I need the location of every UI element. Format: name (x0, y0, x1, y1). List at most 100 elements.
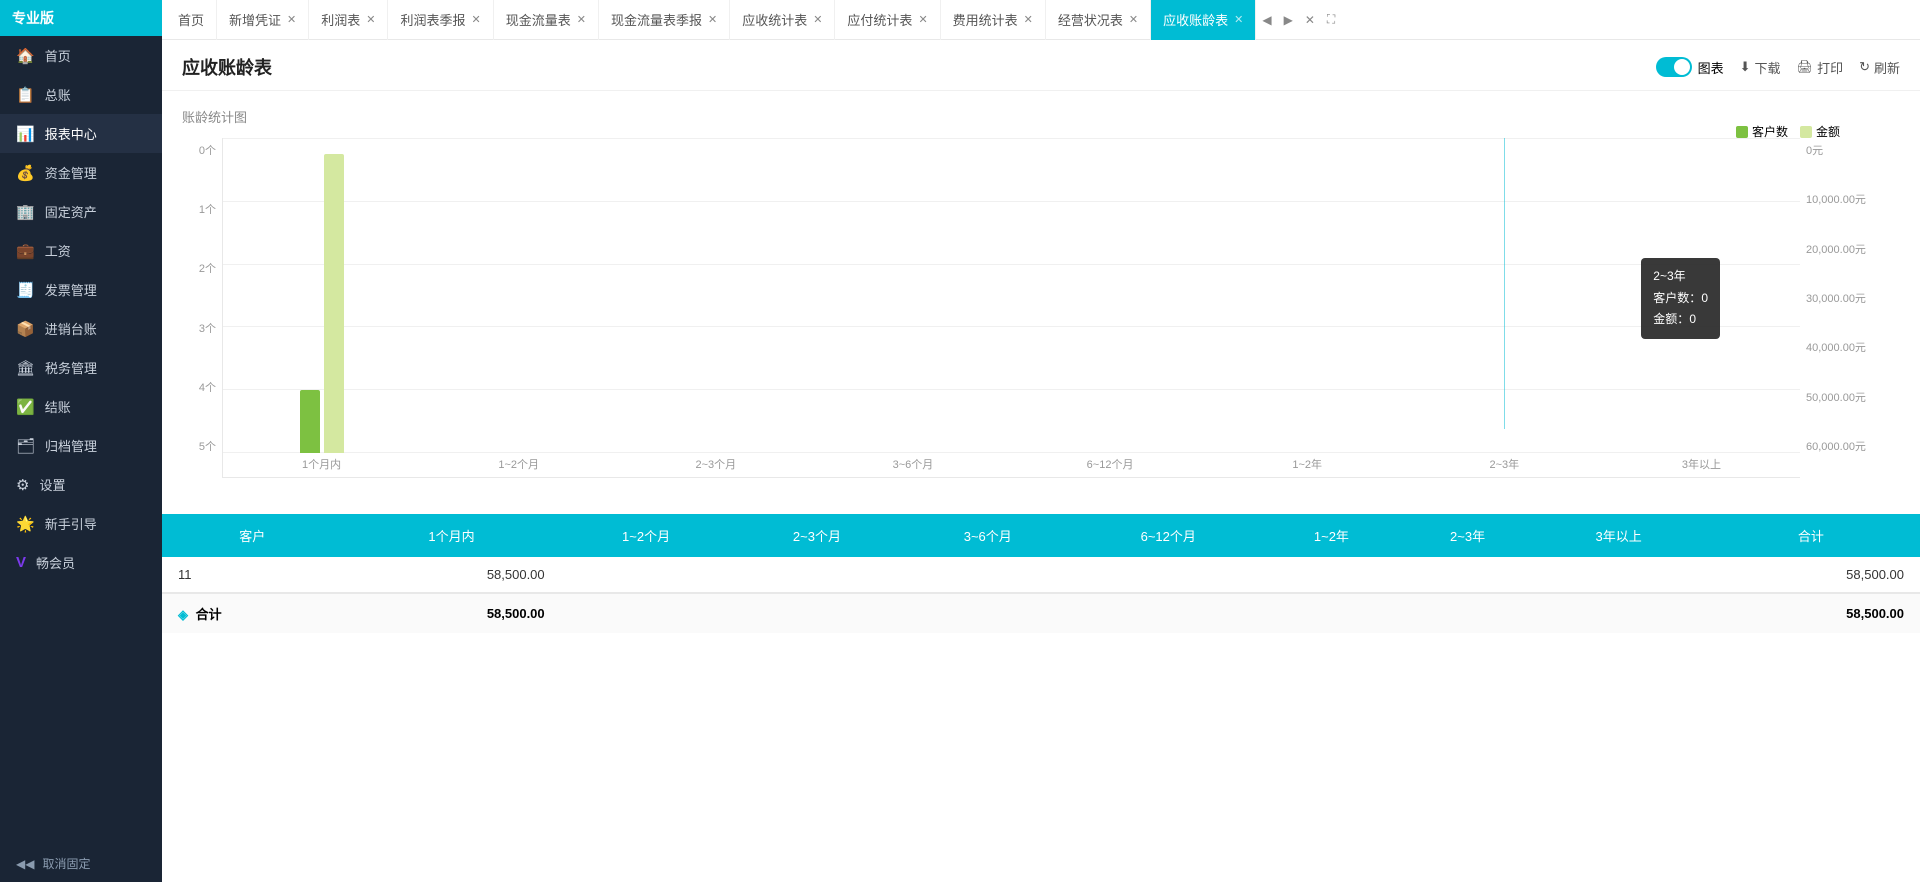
header-actions: 图表 ⬇ 下载 🖨 打印 ↻ 刷新 (1656, 57, 1900, 77)
ledger-icon: 📋 (16, 86, 35, 104)
toggle-label: 图表 (1698, 58, 1724, 77)
bars-container (223, 138, 1800, 453)
refresh-button[interactable]: ↻ 刷新 (1859, 58, 1900, 77)
tab-prev-button[interactable]: ◀ (1256, 0, 1277, 40)
tab-profit-quarter[interactable]: 利润表季报 ✕ (388, 0, 493, 40)
td-m1: 58,500.00 (342, 557, 560, 593)
tooltip-amount-row: 金额：0 (1653, 309, 1708, 331)
tab-profit[interactable]: 利润表 ✕ (309, 0, 388, 40)
tab-cashflow-close[interactable]: ✕ (577, 13, 586, 26)
th-m612: 6~12个月 (1073, 514, 1263, 557)
sidebar-item-funds[interactable]: 💰 资金管理 (0, 153, 162, 192)
print-button[interactable]: 🖨 打印 (1797, 58, 1844, 77)
sidebar: 专业版 🏠 首页 📋 总账 📊 报表中心 💰 资金管理 🏢 固定资产 💼 工资 … (0, 0, 162, 882)
sidebar-item-invoice[interactable]: 🧾 发票管理 (0, 270, 162, 309)
table-footer-row: ◈ 合计 58,500.00 58,500.00 (162, 593, 1920, 633)
tab-voucher-close[interactable]: ✕ (287, 13, 296, 26)
sidebar-item-salary[interactable]: 💼 工资 (0, 231, 162, 270)
tab-expand-button[interactable]: ⛶ (1321, 0, 1341, 40)
tab-ap-stat-label: 应付统计表 (847, 10, 912, 29)
chart-toggle[interactable]: 图表 (1656, 57, 1724, 77)
tfoot-label-text: 合计 (196, 607, 222, 622)
sidebar-item-inventory[interactable]: 📦 进销台账 (0, 309, 162, 348)
tab-close-all-button[interactable]: ✕ (1299, 0, 1321, 40)
settlement-icon: ✅ (16, 398, 35, 416)
y-left-5: 5个 (182, 438, 216, 454)
tab-home-label: 首页 (178, 10, 204, 29)
sidebar-item-home-label: 首页 (45, 46, 71, 65)
sidebar-item-tax[interactable]: 🏛 税务管理 (0, 348, 162, 387)
tab-home[interactable]: 首页 (166, 0, 217, 40)
sidebar-item-member[interactable]: V 畅会员 (0, 543, 162, 582)
sidebar-item-settings-label: 设置 (39, 475, 65, 494)
sidebar-item-home[interactable]: 🏠 首页 (0, 36, 162, 75)
td-customer: 11 (162, 557, 342, 593)
sidebar-item-reports[interactable]: 📊 报表中心 (0, 114, 162, 153)
sidebar-item-assets-label: 固定资产 (45, 202, 97, 221)
refresh-icon: ↻ (1859, 59, 1870, 75)
archive-icon: 🗂 (16, 437, 35, 455)
tab-ap-stat[interactable]: 应付统计表 ✕ (835, 0, 940, 40)
tfoot-m612 (1073, 593, 1263, 633)
download-button[interactable]: ⬇ 下载 (1740, 58, 1781, 77)
chart-tooltip: 2~3年 客户数：0 金额：0 (1641, 258, 1720, 339)
tab-business[interactable]: 经营状况表 ✕ (1046, 0, 1151, 40)
sidebar-collapse-button[interactable]: ◀◀ 取消固定 (0, 845, 162, 882)
tab-ar-aging[interactable]: 应收账龄表 ✕ (1151, 0, 1256, 40)
tab-expense-close[interactable]: ✕ (1024, 13, 1033, 26)
x-label-5: 1~2年 (1209, 453, 1406, 477)
td-y3plus (1536, 557, 1702, 593)
y-right-1: 50,000.00元 (1806, 389, 1900, 405)
tab-cashflow[interactable]: 现金流量表 ✕ (494, 0, 599, 40)
y-left-4: 4个 (182, 379, 216, 395)
sidebar-item-settlement[interactable]: ✅ 结账 (0, 387, 162, 426)
tab-ar-aging-close[interactable]: ✕ (1234, 13, 1243, 26)
tab-bar: 首页 新增凭证 ✕ 利润表 ✕ 利润表季报 ✕ 现金流量表 ✕ 现金流量表季报 … (162, 0, 1920, 40)
th-y12: 1~2年 (1263, 514, 1399, 557)
tooltip-amount-label: 金额 (1653, 312, 1677, 326)
tab-cashflow-quarter-close[interactable]: ✕ (708, 13, 717, 26)
y-left-0: 0个 (182, 142, 216, 158)
bar-group-3 (814, 138, 1011, 453)
bar-group-6 (1406, 138, 1603, 453)
app-logo: 专业版 (0, 0, 162, 36)
y-right-3: 30,000.00元 (1806, 290, 1900, 306)
bar-group-0 (223, 138, 420, 453)
tab-next-button[interactable]: ▶ (1278, 0, 1299, 40)
sidebar-item-settings[interactable]: ⚙ 设置 (0, 465, 162, 504)
tab-expense[interactable]: 费用统计表 ✕ (941, 0, 1046, 40)
tab-ar-stat[interactable]: 应收统计表 ✕ (730, 0, 835, 40)
tab-profit-quarter-label: 利润表季报 (400, 10, 465, 29)
sidebar-item-archive[interactable]: 🗂 归档管理 (0, 426, 162, 465)
bar-group-4 (1012, 138, 1209, 453)
download-label: 下载 (1755, 58, 1781, 77)
td-m612 (1073, 557, 1263, 593)
tab-ap-stat-close[interactable]: ✕ (918, 13, 927, 26)
tax-icon: 🏛 (16, 359, 35, 377)
toggle-thumb (1674, 59, 1690, 75)
tfoot-m12 (561, 593, 732, 633)
tab-cashflow-label: 现金流量表 (506, 10, 571, 29)
table-container: 客户 1个月内 1~2个月 2~3个月 3~6个月 6~12个月 1~2年 2~… (162, 514, 1920, 633)
th-m1: 1个月内 (342, 514, 560, 557)
invoice-icon: 🧾 (16, 281, 35, 299)
tab-profit-close[interactable]: ✕ (366, 13, 375, 26)
sidebar-item-guide[interactable]: 🌟 新手引导 (0, 504, 162, 543)
tab-profit-quarter-close[interactable]: ✕ (472, 13, 481, 26)
tab-cashflow-quarter[interactable]: 现金流量表季报 ✕ (599, 0, 730, 40)
td-y23 (1400, 557, 1536, 593)
tfoot-label: ◈ 合计 (162, 593, 342, 633)
print-label: 打印 (1817, 58, 1843, 77)
th-y23: 2~3年 (1400, 514, 1536, 557)
sidebar-item-tax-label: 税务管理 (45, 358, 97, 377)
tab-ar-stat-close[interactable]: ✕ (813, 13, 822, 26)
toggle-track[interactable] (1656, 57, 1692, 77)
y-axis-left: 5个 4个 3个 2个 1个 0个 (182, 138, 222, 478)
sidebar-item-ledger[interactable]: 📋 总账 (0, 75, 162, 114)
sidebar-item-invoice-label: 发票管理 (45, 280, 97, 299)
tooltip-customer-label: 客户数 (1653, 291, 1689, 305)
sidebar-item-assets[interactable]: 🏢 固定资产 (0, 192, 162, 231)
tfoot-y23 (1400, 593, 1536, 633)
tab-voucher[interactable]: 新增凭证 ✕ (217, 0, 309, 40)
tab-business-close[interactable]: ✕ (1129, 13, 1138, 26)
